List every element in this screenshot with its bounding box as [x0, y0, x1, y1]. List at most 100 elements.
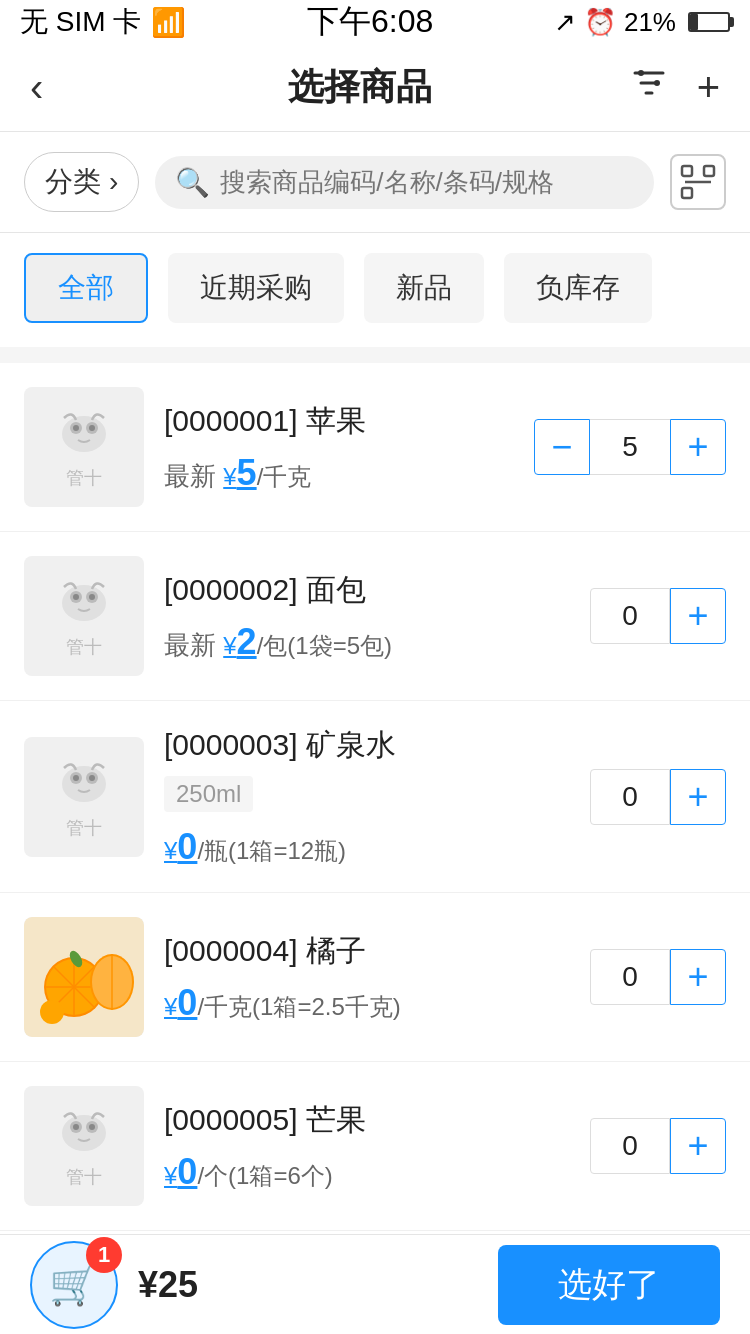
total-price: ¥25	[138, 1264, 478, 1306]
search-icon: 🔍	[175, 166, 210, 199]
product-price-water: ¥0/瓶(1箱=12瓶)	[164, 826, 570, 868]
bottom-bar: 🛒 1 ¥25 选好了	[0, 1234, 750, 1334]
product-thumb-bread: 管十	[24, 556, 144, 676]
svg-point-20	[89, 775, 95, 781]
svg-point-36	[73, 1124, 79, 1130]
qty-plus-apple[interactable]: +	[670, 419, 726, 475]
search-input[interactable]	[220, 167, 634, 198]
svg-point-14	[73, 594, 79, 600]
svg-point-33	[62, 1115, 106, 1151]
placeholder-owl-icon-mango	[54, 1103, 114, 1163]
svg-rect-3	[704, 166, 714, 176]
filter-tabs: 全部 近期采购 新品 负库存	[0, 233, 750, 347]
product-name-mango: [0000005] 芒果	[164, 1100, 570, 1141]
product-thumb-water: 管十	[24, 737, 144, 857]
back-button[interactable]: ‹	[30, 65, 90, 110]
confirm-button[interactable]: 选好了	[498, 1245, 720, 1325]
product-info-mango: [0000005] 芒果 ¥0/个(1箱=6个)	[164, 1100, 570, 1193]
page-title: 选择商品	[288, 63, 432, 112]
qty-input-water[interactable]	[590, 769, 670, 825]
product-controls-bread: +	[590, 588, 726, 644]
product-name-apple: [0000001] 苹果	[164, 401, 514, 442]
svg-point-16	[62, 766, 106, 802]
qty-plus-water[interactable]: +	[670, 769, 726, 825]
tab-new[interactable]: 新品	[364, 253, 484, 323]
qty-plus-bread[interactable]: +	[670, 588, 726, 644]
qty-input-apple[interactable]	[590, 419, 670, 475]
svg-point-6	[62, 416, 106, 452]
product-info-water: [0000003] 矿泉水 250ml ¥0/瓶(1箱=12瓶)	[164, 725, 570, 868]
search-input-wrap: 🔍	[155, 156, 654, 209]
qty-minus-apple[interactable]: −	[534, 419, 590, 475]
status-carrier: 无 SIM 卡 📶	[20, 3, 186, 41]
qty-plus-mango[interactable]: +	[670, 1118, 726, 1174]
svg-rect-4	[682, 188, 692, 198]
tab-recent[interactable]: 近期采购	[168, 253, 344, 323]
placeholder-owl-icon	[54, 404, 114, 464]
search-bar: 分类 › 🔍	[0, 132, 750, 233]
svg-point-15	[89, 594, 95, 600]
product-info-bread: [0000002] 面包 最新 ¥2/包(1袋=5包)	[164, 570, 570, 663]
qty-input-orange[interactable]	[590, 949, 670, 1005]
product-spec-water: 250ml	[164, 776, 253, 812]
placeholder-label-mango: 管十	[66, 1165, 102, 1189]
alarm-icon: ⏰	[584, 7, 616, 38]
product-thumb-apple: 管十	[24, 387, 144, 507]
placeholder-label-water: 管十	[66, 816, 102, 840]
product-item-orange: [0000004] 橘子 ¥0/千克(1箱=2.5千克) +	[0, 893, 750, 1062]
qty-plus-orange[interactable]: +	[670, 949, 726, 1005]
qty-input-bread[interactable]	[590, 588, 670, 644]
product-info-apple: [0000001] 苹果 最新 ¥5/千克	[164, 401, 514, 494]
scan-icon[interactable]	[670, 154, 726, 210]
product-price-bread: 最新 ¥2/包(1袋=5包)	[164, 621, 570, 663]
category-button[interactable]: 分类 ›	[24, 152, 139, 212]
add-icon[interactable]: +	[697, 65, 720, 110]
svg-point-0	[638, 70, 644, 76]
cart-badge: 1	[86, 1237, 122, 1273]
svg-point-11	[62, 585, 106, 621]
divider	[0, 347, 750, 363]
svg-point-1	[654, 80, 660, 86]
qty-input-mango[interactable]	[590, 1118, 670, 1174]
product-price-apple: 最新 ¥5/千克	[164, 452, 514, 494]
product-item-mango: 管十 [0000005] 芒果 ¥0/个(1箱=6个) +	[0, 1062, 750, 1231]
status-indicators: ↗ ⏰ 21%	[554, 7, 730, 38]
product-item-water: 管十 [0000003] 矿泉水 250ml ¥0/瓶(1箱=12瓶) +	[0, 701, 750, 893]
carrier-text: 无 SIM 卡	[20, 3, 141, 41]
status-time: 下午6:08	[307, 0, 433, 44]
product-thumb-orange	[24, 917, 144, 1037]
product-item-bread: 管十 [0000002] 面包 最新 ¥2/包(1袋=5包) +	[0, 532, 750, 701]
cart-wrap[interactable]: 🛒 1	[30, 1241, 118, 1329]
product-controls-orange: +	[590, 949, 726, 1005]
product-name-water: [0000003] 矿泉水	[164, 725, 570, 766]
product-list: 管十 [0000001] 苹果 最新 ¥5/千克 − +	[0, 363, 750, 1334]
category-label: 分类	[45, 163, 101, 201]
svg-point-9	[73, 425, 79, 431]
svg-point-19	[73, 775, 79, 781]
nav-bar: ‹ 选择商品 +	[0, 44, 750, 132]
location-icon: ↗	[554, 7, 576, 38]
svg-point-32	[40, 1000, 64, 1024]
product-controls-mango: +	[590, 1118, 726, 1174]
product-thumb-mango: 管十	[24, 1086, 144, 1206]
product-price-mango: ¥0/个(1箱=6个)	[164, 1151, 570, 1193]
wifi-icon: 📶	[151, 6, 186, 39]
status-bar: 无 SIM 卡 📶 下午6:08 ↗ ⏰ 21%	[0, 0, 750, 44]
category-arrow: ›	[109, 166, 118, 198]
filter-icon[interactable]	[631, 65, 667, 110]
product-price-orange: ¥0/千克(1箱=2.5千克)	[164, 982, 570, 1024]
svg-point-10	[89, 425, 95, 431]
tab-negative[interactable]: 负库存	[504, 253, 652, 323]
product-controls-water: +	[590, 769, 726, 825]
product-name-bread: [0000002] 面包	[164, 570, 570, 611]
svg-point-37	[89, 1124, 95, 1130]
tab-all[interactable]: 全部	[24, 253, 148, 323]
svg-rect-2	[682, 166, 692, 176]
placeholder-owl-icon-water	[54, 754, 114, 814]
nav-actions: +	[631, 65, 720, 110]
placeholder-owl-icon-bread	[54, 573, 114, 633]
placeholder-label: 管十	[66, 466, 102, 490]
product-info-orange: [0000004] 橘子 ¥0/千克(1箱=2.5千克)	[164, 931, 570, 1024]
battery-text: 21%	[624, 7, 676, 38]
product-name-orange: [0000004] 橘子	[164, 931, 570, 972]
